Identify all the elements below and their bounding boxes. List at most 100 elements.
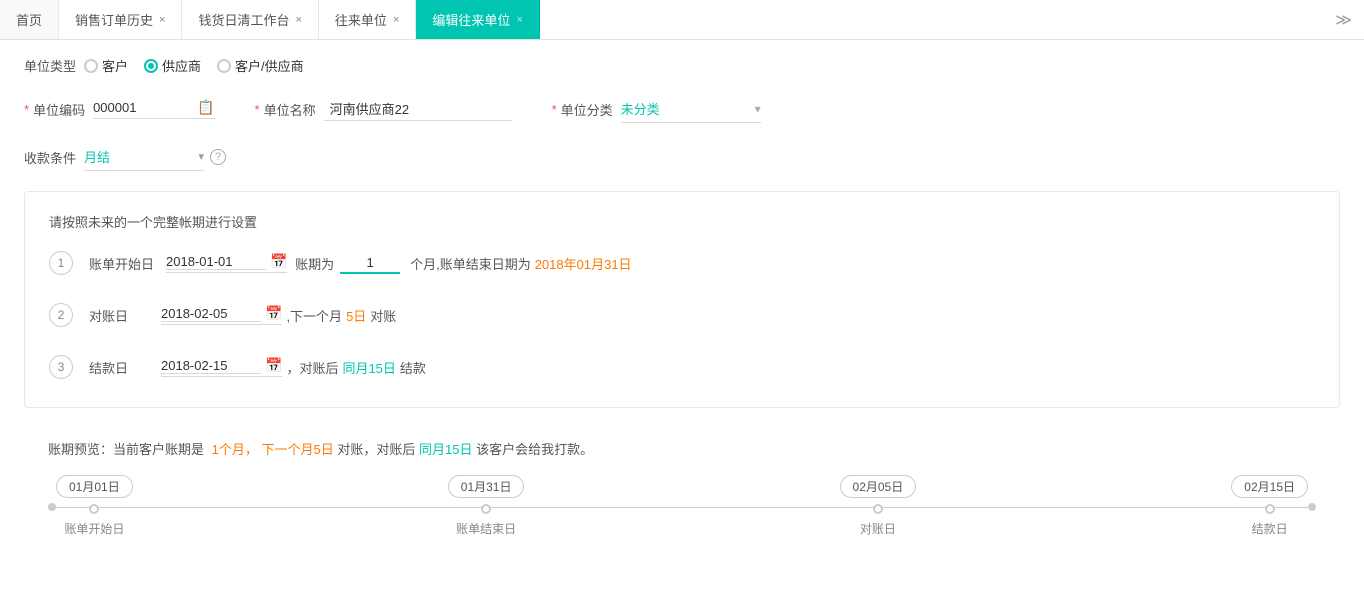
tab-sales-order-history-close[interactable]: × — [159, 14, 165, 26]
tab-edit-partner-unit[interactable]: 编辑往来单位 × — [416, 0, 539, 39]
radio-both-circle — [217, 59, 231, 73]
tab-expand-button[interactable]: ≫ — [1323, 0, 1364, 39]
unit-type-label: 单位类型 — [24, 56, 76, 75]
step-3-date-input-wrapper: 📅 — [161, 357, 282, 377]
tab-cash-ledger-label: 钱货日清工作台 — [198, 10, 289, 29]
step-2-suffix2: 对账 — [370, 306, 396, 325]
step-3-calendar-icon[interactable]: 📅 — [265, 357, 282, 374]
payment-terms-select[interactable]: 月结 ▾ — [84, 143, 204, 171]
step-1-date-input[interactable] — [166, 254, 266, 270]
timeline-dot-4 — [1265, 504, 1275, 514]
timeline-point-3: 02月05日 对账日 — [840, 475, 917, 537]
step-3-suffix: 结款 — [400, 358, 426, 377]
timeline-dot-3 — [873, 504, 883, 514]
timeline-badge-3: 02月05日 — [840, 475, 917, 498]
timeline-right-endpoint — [1308, 503, 1316, 511]
tab-bar: 首页 销售订单历史 × 钱货日清工作台 × 往来单位 × 编辑往来单位 × ≫ — [0, 0, 1364, 40]
payment-terms-value: 月结 — [84, 147, 198, 166]
unit-type-row: 单位类型 客户 供应商 客户/供应商 — [24, 56, 1340, 75]
unit-code-required: * — [24, 102, 29, 117]
timeline-point-4: 02月15日 结款日 — [1231, 475, 1308, 537]
unit-category-chevron: ▾ — [755, 102, 761, 116]
unit-name-label: 单位名称 — [264, 100, 316, 119]
step-2-date-input-wrapper: 📅 — [161, 305, 282, 325]
unit-category-label: 单位分类 — [561, 100, 613, 119]
unit-type-field-group: 单位类型 客户 供应商 客户/供应商 — [24, 56, 304, 75]
unit-code-group: * 单位编码 📋 — [24, 99, 215, 119]
preview-section: 账期预览：当前客户账期是 1个月， 下一个月5日 对账，对账后 同月15日 该客… — [24, 424, 1340, 475]
unit-code-label: 单位编码 — [33, 100, 85, 119]
radio-both[interactable]: 客户/供应商 — [217, 56, 304, 75]
timeline-end-dot — [1308, 503, 1316, 511]
timeline-track: 01月01日 账单开始日 01月31日 账单结束日 — [56, 475, 1308, 537]
timeline-line — [56, 507, 1308, 508]
unit-code-icon[interactable]: 📋 — [197, 99, 214, 116]
step-1-period-input[interactable] — [340, 253, 400, 274]
radio-supplier-circle — [144, 59, 158, 73]
unit-category-select[interactable]: 未分类 ▾ — [621, 95, 761, 123]
radio-group: 客户 供应商 客户/供应商 — [84, 56, 304, 75]
timeline-dot-1 — [89, 504, 99, 514]
step-1-row: 1 账单开始日 📅 账期为 个月,账单结束日期为 2018年01月31日 — [49, 251, 1315, 275]
step-2-label: 对账日 — [89, 306, 149, 325]
tab-sales-order-history[interactable]: 销售订单历史 × — [59, 0, 182, 39]
radio-supplier[interactable]: 供应商 — [144, 56, 201, 75]
step-3-label: 结款日 — [89, 358, 149, 377]
radio-both-label: 客户/供应商 — [235, 56, 304, 75]
step-3-row: 3 结款日 📅 ，对账后 同月15日 结款 — [49, 355, 1315, 379]
unit-code-input[interactable] — [93, 100, 193, 115]
step-1-date-input-wrapper: 📅 — [166, 253, 287, 273]
radio-customer[interactable]: 客户 — [84, 56, 128, 75]
timeline-point-2: 01月31日 账单结束日 — [448, 475, 525, 537]
timeline-label-2: 账单结束日 — [456, 520, 516, 537]
unit-name-group: * 单位名称 — [255, 97, 512, 121]
tab-partner-units-label: 往来单位 — [335, 10, 387, 29]
step-3-number: 3 — [49, 355, 73, 379]
timeline-container: 01月01日 账单开始日 01月31日 账单结束日 — [48, 475, 1316, 537]
timeline-point-1: 01月01日 账单开始日 — [56, 475, 133, 537]
step-2-highlight: 5日 — [346, 306, 366, 325]
step-1-label: 账单开始日 — [89, 254, 154, 273]
tab-partner-units[interactable]: 往来单位 × — [319, 0, 416, 39]
unit-name-input[interactable] — [324, 97, 512, 121]
settings-panel: 请按照未来的一个完整帐期进行设置 1 账单开始日 📅 账期为 个月,账单结束日期… — [24, 191, 1340, 408]
unit-category-group: * 单位分类 未分类 ▾ — [552, 95, 761, 123]
payment-terms-help-icon[interactable]: ? — [210, 149, 226, 165]
tab-home[interactable]: 首页 — [0, 0, 59, 39]
payment-terms-label: 收款条件 — [24, 148, 76, 167]
timeline-badge-2: 01月31日 — [448, 475, 525, 498]
main-content: 单位类型 客户 供应商 客户/供应商 * 单位编码 — [0, 40, 1364, 608]
tab-edit-partner-unit-close[interactable]: × — [516, 14, 522, 26]
unit-category-value: 未分类 — [621, 99, 749, 118]
radio-customer-circle — [84, 59, 98, 73]
tab-home-label: 首页 — [16, 10, 42, 29]
unit-info-row: * 单位编码 📋 * 单位名称 * 单位分类 未分类 ▾ — [24, 95, 1340, 123]
timeline-dot-2 — [481, 504, 491, 514]
tab-partner-units-close[interactable]: × — [393, 14, 399, 26]
unit-name-required: * — [255, 102, 260, 117]
radio-customer-label: 客户 — [102, 56, 128, 75]
tab-sales-order-history-label: 销售订单历史 — [75, 10, 153, 29]
step-1-middle-text: 账期为 — [291, 254, 334, 273]
timeline-left-endpoint — [48, 503, 56, 511]
step-2-date-input[interactable] — [161, 306, 261, 322]
step-1-end-date: 2018年01月31日 — [535, 254, 632, 273]
step-2-calendar-icon[interactable]: 📅 — [265, 305, 282, 322]
preview-label: 账期预览：当前客户账期是 — [48, 442, 204, 457]
step-1-calendar-icon[interactable]: 📅 — [270, 253, 287, 270]
step-3-prefix: ，对账后 — [286, 358, 338, 377]
tab-cash-ledger-close[interactable]: × — [295, 14, 301, 26]
preview-suffix: 该客户会给我打款。 — [476, 442, 593, 457]
step-1-number: 1 — [49, 251, 73, 275]
unit-category-required: * — [552, 102, 557, 117]
timeline-badge-4: 02月15日 — [1231, 475, 1308, 498]
tab-cash-ledger[interactable]: 钱货日清工作台 × — [182, 0, 318, 39]
preview-payment: 同月15日 — [419, 442, 472, 457]
preview-reconcile: 下一个月5日 — [262, 442, 334, 457]
radio-supplier-label: 供应商 — [162, 56, 201, 75]
payment-terms-row: 收款条件 月结 ▾ ? — [24, 143, 1340, 171]
timeline-label-3: 对账日 — [860, 520, 896, 537]
timeline-label-4: 结款日 — [1252, 520, 1288, 537]
panel-hint: 请按照未来的一个完整帐期进行设置 — [49, 212, 1315, 231]
step-3-date-input[interactable] — [161, 358, 261, 374]
